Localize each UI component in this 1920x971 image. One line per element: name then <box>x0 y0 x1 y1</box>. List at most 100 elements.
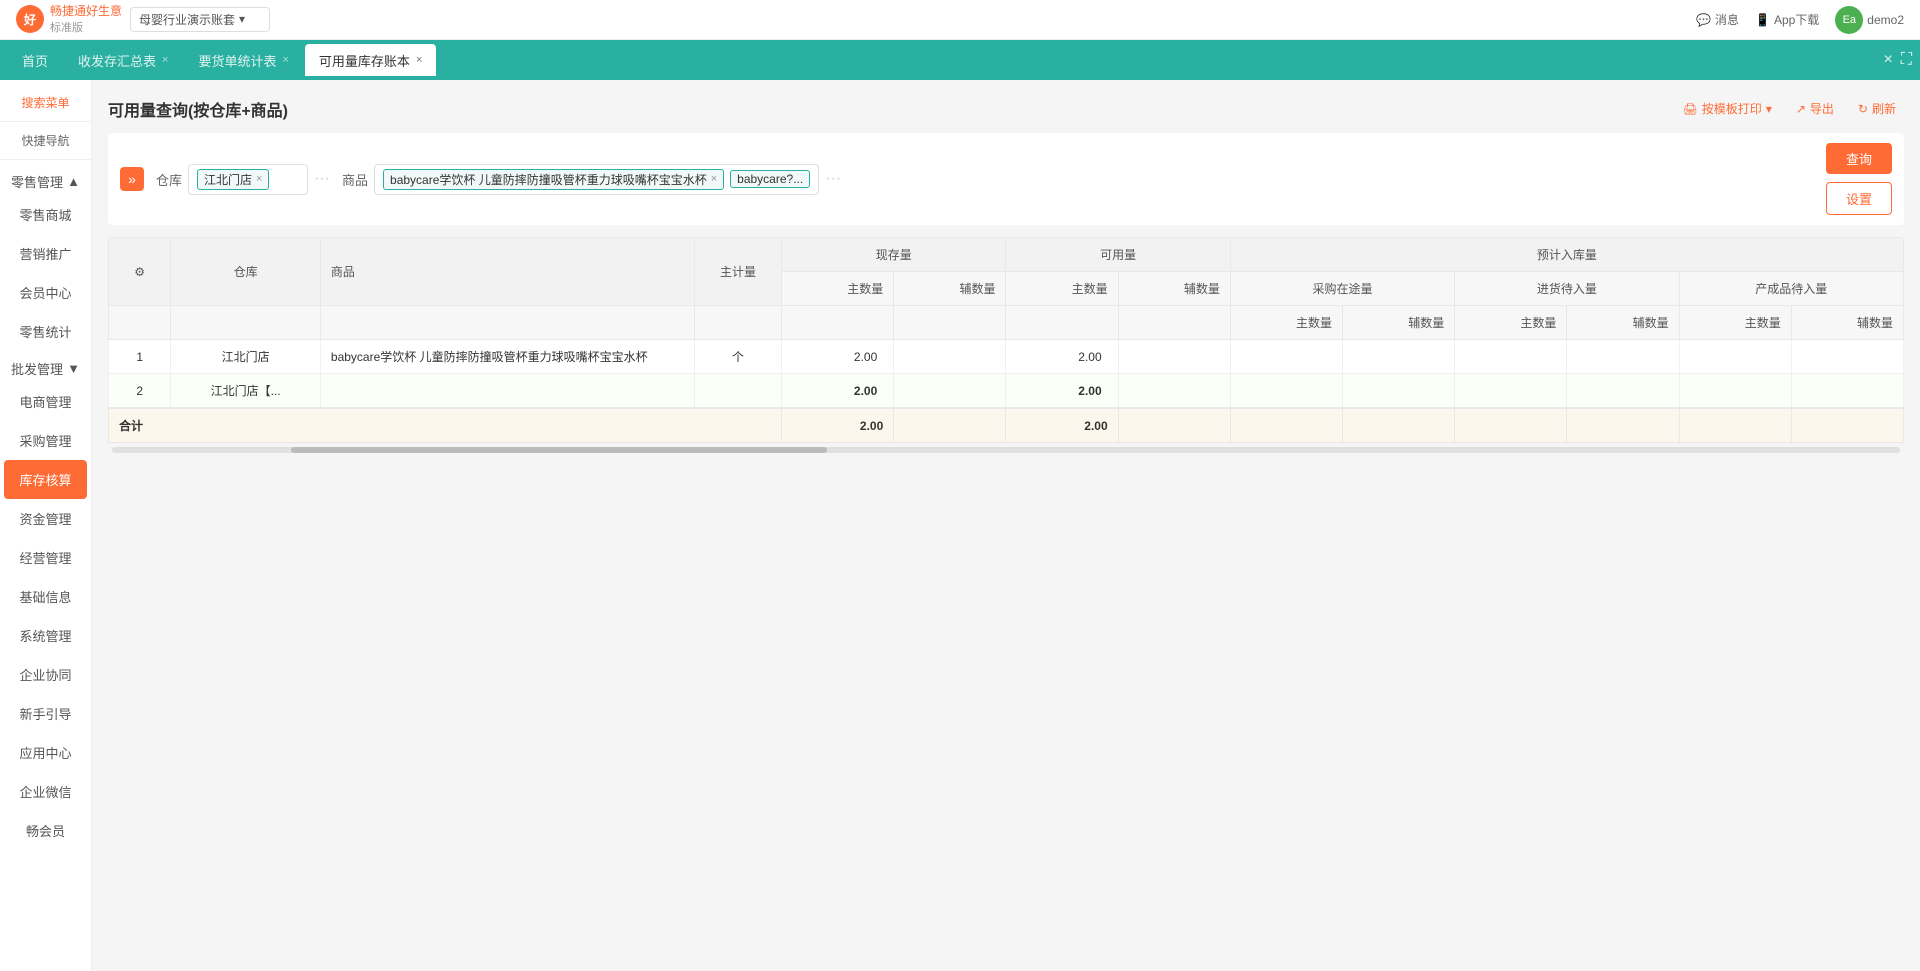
cell-finished-main-2 <box>1679 374 1791 409</box>
sidebar-item-finance-mgmt[interactable]: 资金管理 <box>0 499 91 538</box>
query-btn[interactable]: 查询 <box>1826 143 1892 174</box>
logo-text-group: 畅捷通好生意 标准版 <box>50 4 122 34</box>
cell-stock-aux-1 <box>894 340 1006 374</box>
warehouse-more-icon[interactable]: ··· <box>314 170 330 188</box>
sidebar-item-operations-mgmt[interactable]: 经营管理 <box>0 538 91 577</box>
tab-home[interactable]: 首页 <box>8 44 62 76</box>
close-window-icon[interactable]: × <box>1883 51 1892 69</box>
tab-order-stats[interactable]: 要货单统计表 × <box>184 44 302 76</box>
footer-stock-aux <box>894 408 1006 443</box>
sidebar-item-finance-mgmt-label: 资金管理 <box>19 509 71 528</box>
sidebar-item-purchase-mgmt-label: 采购管理 <box>19 431 71 450</box>
filter-expand-btn[interactable]: » <box>120 167 144 191</box>
sidebar-item-wholesale-mgmt-label: 批发管理 <box>11 359 63 378</box>
product-label: 商品 <box>342 170 368 189</box>
sidebar-item-enterprise-wechat[interactable]: 企业微信 <box>0 772 91 811</box>
product-tag-2-value: babycare?... <box>737 172 803 186</box>
chevron-down-icon: ▾ <box>1766 102 1772 116</box>
scroll-thumb[interactable] <box>291 447 827 453</box>
th-planned-inbound: 预计入库量 <box>1230 238 1903 272</box>
sidebar-item-system-mgmt[interactable]: 系统管理 <box>0 616 91 655</box>
sidebar-item-inventory-check[interactable]: 库存核算 <box>4 460 87 499</box>
tab-stock-summary[interactable]: 收发存汇总表 × <box>64 44 182 76</box>
footer-row: 合计 2.00 2.00 <box>109 408 1904 443</box>
sidebar-item-wholesale-mgmt[interactable]: 批发管理 ▼ <box>0 351 91 382</box>
sidebar-item-basic-info[interactable]: 基础信息 <box>0 577 91 616</box>
cell-product-1: babycare学饮杯 儿童防摔防撞吸管杯重力球吸嘴杯宝宝水杯 <box>320 340 694 374</box>
download-icon: 📱 <box>1755 13 1770 27</box>
footer-avail-aux <box>1118 408 1230 443</box>
sidebar-item-enterprise-collab[interactable]: 企业协同 <box>0 655 91 694</box>
logo-icon: 好 <box>16 5 44 33</box>
footer-inbound-main <box>1455 408 1567 443</box>
tab-available-stock[interactable]: 可用量库存账本 × <box>305 44 436 76</box>
product-filter: 商品 babycare学饮杯 儿童防摔防撞吸管杯重力球吸嘴杯宝宝水杯 × bab… <box>342 164 841 195</box>
product-input[interactable]: babycare学饮杯 儿童防摔防撞吸管杯重力球吸嘴杯宝宝水杯 × babyca… <box>374 164 819 195</box>
chevron-down-icon: ▾ <box>239 12 245 26</box>
sidebar-item-retail-mgmt[interactable]: 零售管理 ▲ <box>0 164 91 195</box>
cell-inbound-aux-2 <box>1567 374 1679 409</box>
sidebar-quick-nav[interactable]: 快捷导航 <box>0 126 91 155</box>
warehouse-tag-remove[interactable]: × <box>256 173 262 185</box>
user-area[interactable]: Ea demo2 <box>1835 6 1904 34</box>
sidebar-item-app-center[interactable]: 应用中心 <box>0 733 91 772</box>
print-btn[interactable]: 🖨 按模板打印 ▾ <box>1675 96 1780 121</box>
sidebar-item-retail-mall[interactable]: 零售商城 <box>0 195 91 234</box>
cell-purchase-main-1 <box>1230 340 1342 374</box>
query-btn-group: 查询 设置 <box>1826 143 1892 215</box>
warehouse-label: 仓库 <box>156 170 182 189</box>
top-bar-right: 💬 消息 📱 App下载 Ea demo2 <box>1696 6 1904 34</box>
tab-actions: × ⛶ <box>1883 51 1912 69</box>
th-avail-aux: 辅数量 <box>1118 272 1230 306</box>
th-empty-a1 <box>1006 306 1118 340</box>
export-icon: ↗ <box>1796 102 1806 116</box>
refresh-btn[interactable]: ↻ 刷新 <box>1850 96 1904 121</box>
horizontal-scrollbar[interactable] <box>108 443 1904 457</box>
scroll-track <box>112 447 1900 453</box>
tab-available-stock-label: 可用量库存账本 <box>319 51 410 70</box>
tab-order-stats-close[interactable]: × <box>282 54 288 66</box>
sidebar-item-ecommerce-mgmt-label: 电商管理 <box>19 392 71 411</box>
page-title: 可用量查询(按仓库+商品) <box>108 97 288 121</box>
expand-window-icon[interactable]: ⛶ <box>1901 51 1912 69</box>
cell-inbound-aux-1 <box>1567 340 1679 374</box>
th-settings[interactable]: ⚙ <box>109 238 171 306</box>
sidebar-item-purchase-mgmt[interactable]: 采购管理 <box>0 421 91 460</box>
sidebar-item-ecommerce-mgmt[interactable]: 电商管理 <box>0 382 91 421</box>
warehouse-input[interactable]: 江北门店 × <box>188 164 308 195</box>
sidebar-item-basic-info-label: 基础信息 <box>19 587 71 606</box>
sidebar-item-retail-stats-label: 零售统计 <box>19 322 71 341</box>
th-empty-a2 <box>1118 306 1230 340</box>
th-inbound-main: 主数量 <box>1455 306 1567 340</box>
export-btn[interactable]: ↗ 导出 <box>1788 96 1842 121</box>
th-finished-main: 主数量 <box>1679 306 1791 340</box>
message-btn[interactable]: 💬 消息 <box>1696 11 1739 28</box>
warehouse-filter: 仓库 江北门店 × ··· <box>156 164 330 195</box>
sidebar-item-member-center[interactable]: 会员中心 <box>0 273 91 312</box>
page-actions: 🖨 按模板打印 ▾ ↗ 导出 ↻ 刷新 <box>1675 96 1904 121</box>
settings-btn[interactable]: 设置 <box>1826 182 1892 215</box>
product-tag-1-remove[interactable]: × <box>711 173 717 185</box>
settings-icon: ⚙ <box>134 265 145 279</box>
filter-bar: » 仓库 江北门店 × ··· 商品 babycare学饮杯 儿童防摔防撞吸管杯… <box>108 133 1904 225</box>
tenant-selector[interactable]: 母婴行业演示账套 ▾ <box>130 7 270 32</box>
sidebar-item-operations-mgmt-label: 经营管理 <box>19 548 71 567</box>
tab-stock-summary-close[interactable]: × <box>162 54 168 66</box>
product-more-icon[interactable]: ··· <box>825 170 841 188</box>
cell-unit-1: 个 <box>694 340 781 374</box>
sidebar-item-new-guide[interactable]: 新手引导 <box>0 694 91 733</box>
table-container: ⚙ 仓库 商品 主计量 现存量 可用量 预计入库量 主数量 辅数量 主数量 辅数… <box>108 237 1904 457</box>
app-download-btn[interactable]: 📱 App下载 <box>1755 11 1819 28</box>
sidebar-item-retail-stats[interactable]: 零售统计 <box>0 312 91 351</box>
cell-purchase-aux-2 <box>1343 374 1455 409</box>
tab-available-stock-close[interactable]: × <box>416 54 422 66</box>
sidebar-item-vip-member[interactable]: 畅会员 <box>0 811 91 850</box>
cell-finished-aux-1 <box>1791 340 1903 374</box>
th-empty-s2 <box>894 306 1006 340</box>
logo-sub: 标准版 <box>50 19 122 35</box>
product-tag-1-value: babycare学饮杯 儿童防摔防撞吸管杯重力球吸嘴杯宝宝水杯 <box>390 171 707 188</box>
sidebar-item-marketing[interactable]: 营销推广 <box>0 234 91 273</box>
warehouse-tag: 江北门店 × <box>197 169 269 190</box>
th-purchase-main: 主数量 <box>1230 306 1342 340</box>
sidebar-search[interactable]: 搜索菜单 <box>0 88 91 117</box>
